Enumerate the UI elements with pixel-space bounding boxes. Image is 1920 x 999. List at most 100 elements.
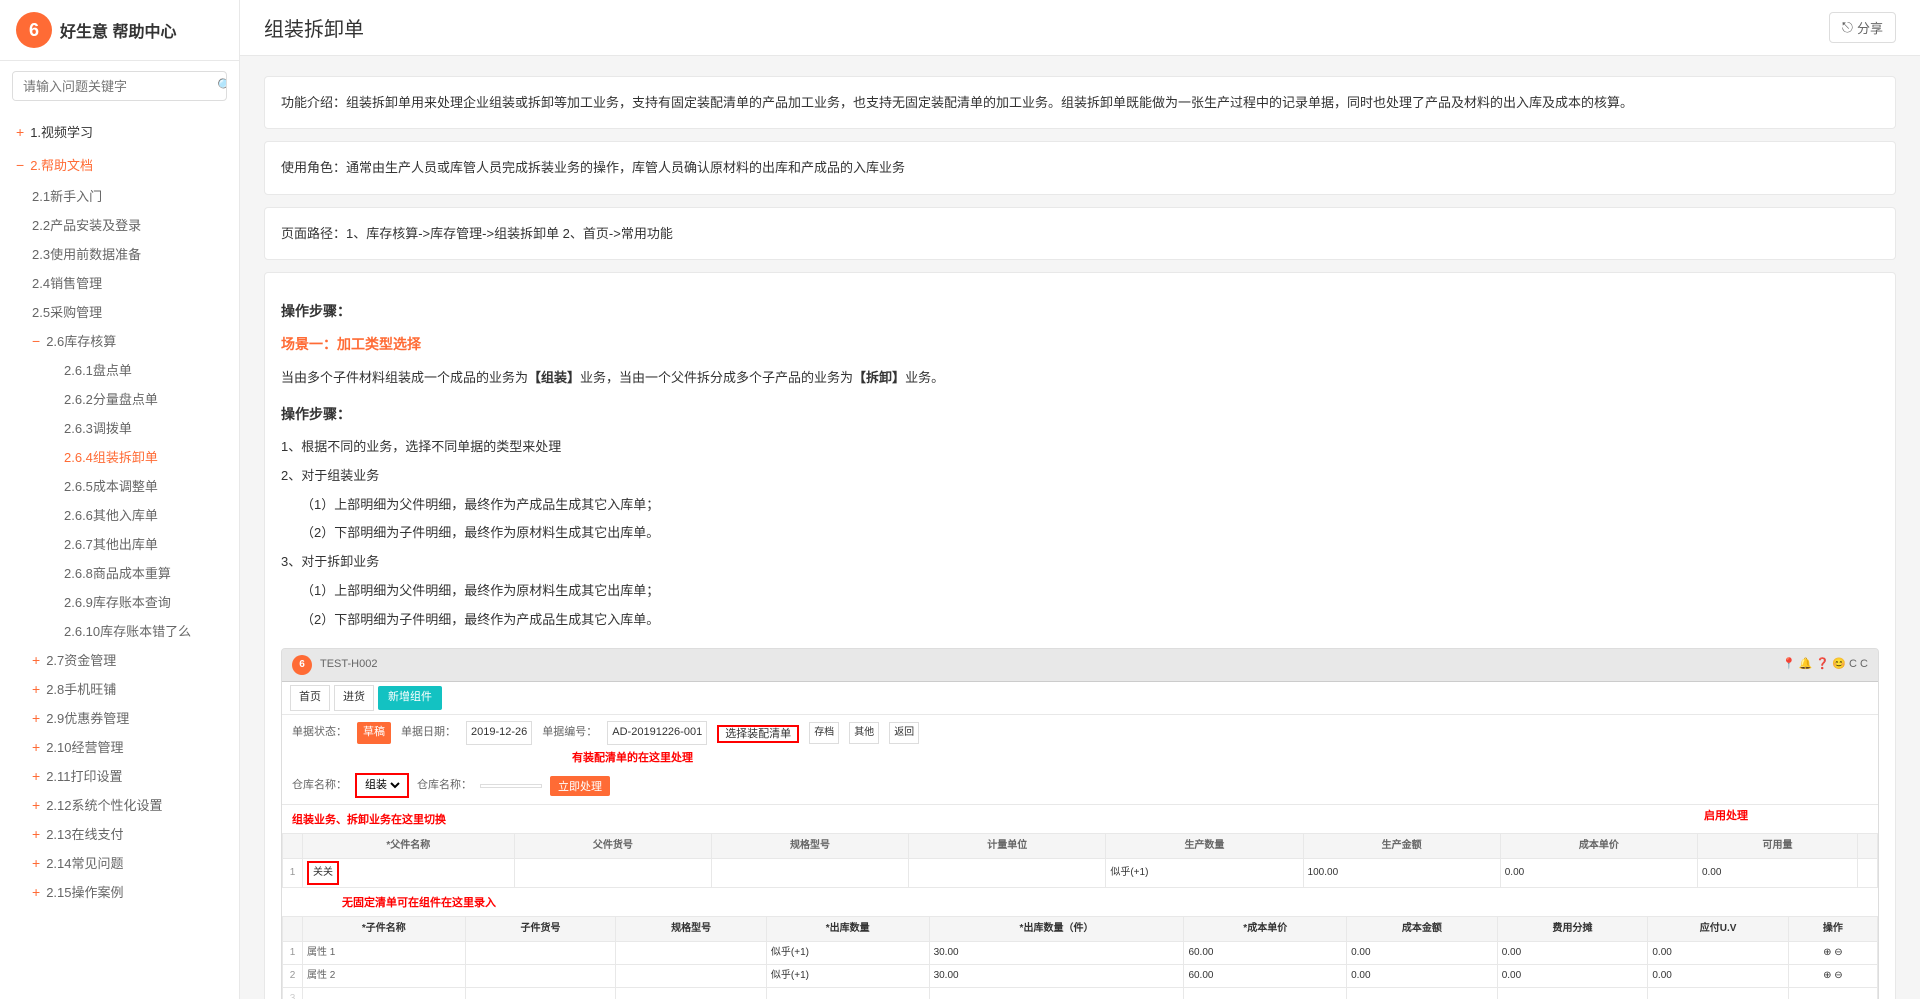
mock-topbar-id: TEST-H002: [320, 655, 377, 675]
mock-spec-val: [711, 859, 908, 888]
sidebar-item-cases[interactable]: + 2.15操作案例: [32, 877, 239, 906]
annotation-text2: 组装业务、拆卸业务在这里切换: [292, 814, 446, 826]
sidebar-item-finance[interactable]: + 2.7资金管理: [32, 645, 239, 674]
sidebar-item-data[interactable]: 2.3使用前数据准备: [32, 239, 239, 268]
sidebar-item-label: 2.帮助文档: [30, 155, 93, 174]
mock-child-no1: [465, 942, 616, 965]
mock-date-label: 单据日期：: [401, 723, 456, 743]
sidebar-item-label: 2.5采购管理: [32, 302, 102, 321]
mock-action3: 返回: [889, 722, 919, 744]
sidebar-item-install[interactable]: 2.2产品安装及登录: [32, 210, 239, 239]
expand-icon: +: [32, 710, 40, 726]
sidebar-item-new[interactable]: 2.1新手入门: [32, 181, 239, 210]
sidebar-item-faq[interactable]: + 2.14常见问题: [32, 848, 239, 877]
sidebar-item-label: 2.9优惠券管理: [46, 708, 129, 727]
mock-type-select[interactable]: 组装 拆卸: [361, 778, 403, 792]
sidebar-item-purchase[interactable]: 2.5采购管理: [32, 297, 239, 326]
mock-out-qty2: 似乎(+1): [766, 965, 929, 988]
mock-payable2: 0.00: [1648, 965, 1788, 988]
mock-out-qty2a: 30.00: [929, 942, 1184, 965]
mock-assembly-btn: 选择装配清单: [717, 725, 799, 743]
share-button[interactable]: ⎋ 分享: [1829, 12, 1896, 43]
main-content: 组装拆卸单 ⎋ 分享 功能介绍：组装拆卸单用来处理企业组装或拆卸等加工业务，支持…: [240, 0, 1920, 999]
sidebar-item-label: 2.6库存核算: [46, 331, 116, 350]
share-icon: ⎋: [1842, 19, 1853, 36]
sidebar-item-assembly[interactable]: 2.6.4组装拆卸单: [64, 442, 239, 471]
sidebar-item-label: 2.6.6其他入库单: [64, 505, 158, 524]
sidebar-item-label: 2.8手机旺铺: [46, 679, 116, 698]
expand-icon: +: [32, 826, 40, 842]
mock-th-unit: 计量单位: [909, 834, 1106, 859]
mock-child-no2: [465, 965, 616, 988]
expand-icon: +: [32, 768, 40, 784]
mock-out-qty2b: 30.00: [929, 965, 1184, 988]
mock-child-name2: 属性 2: [303, 965, 466, 988]
sidebar-item-coupon[interactable]: + 2.9优惠券管理: [32, 703, 239, 732]
expand-icon: +: [32, 884, 40, 900]
sidebar-item-inventory[interactable]: − 2.6库存核算: [32, 326, 239, 355]
mock-payable1: 0.00: [1648, 942, 1788, 965]
mock-out-qty1: 似乎(+1): [766, 942, 929, 965]
sidebar-item-label: 2.12系统个性化设置: [46, 795, 162, 814]
sidebar-item-stocktake[interactable]: 2.6.1盘点单: [64, 355, 239, 384]
search-input[interactable]: [13, 73, 209, 100]
mock-child-spec2: [616, 965, 767, 988]
steps-content: 1、根据不同的业务，选择不同单据的类型来处理 2、对于组装业务 （1）上部明细为…: [281, 435, 1879, 632]
nav-sub-inventory: 2.6.1盘点单 2.6.2分量盘点单 2.6.3调拨单 2.6.4组装拆卸单 …: [32, 355, 239, 645]
expand-icon: +: [32, 739, 40, 755]
mock-cost-val: 0.00: [1500, 859, 1697, 888]
steps-title: 操作步骤：: [281, 299, 1879, 324]
sidebar-item-label: 2.10经营管理: [46, 737, 123, 756]
sidebar-item-outother[interactable]: 2.6.7其他出库单: [64, 529, 239, 558]
path-text: 页面路径：1、库存核算->库存管理->组装拆卸单 2、首页->常用功能: [281, 226, 673, 241]
nav-tree: + 1.视频学习 − 2.帮助文档 2.1新手入门 2.2产品安装及登录 2.3…: [0, 111, 239, 999]
sidebar-item-label: 2.6.8商品成本重算: [64, 563, 171, 582]
content-area: 功能介绍：组装拆卸单用来处理企业组装或拆卸等加工业务，支持有固定装配清单的产品加…: [240, 56, 1920, 999]
mock-th-parent-name: *父件名称: [303, 834, 515, 859]
sidebar-item-sales[interactable]: 2.4销售管理: [32, 268, 239, 297]
sidebar-item-label: 2.11打印设置: [46, 766, 122, 785]
nav-sub-docs: 2.1新手入门 2.2产品安装及登录 2.3使用前数据准备 2.4销售管理 2.…: [0, 181, 239, 906]
sidebar-item-label: 2.4销售管理: [32, 273, 102, 292]
mock-status: 单据状态：: [292, 723, 347, 743]
mock-parent-no-val: [514, 859, 711, 888]
path-block: 页面路径：1、库存核算->库存管理->组装拆卸单 2、首页->常用功能: [264, 207, 1896, 260]
sidebar-item-partition[interactable]: 2.6.2分量盘点单: [64, 384, 239, 413]
share-label: 分享: [1857, 18, 1883, 37]
table-row: 2 属性 2 似乎(+1) 30.00 60.00 0.00 0.00 0.00: [283, 965, 1878, 988]
mock-avail-val: 0.00: [1697, 859, 1857, 888]
sidebar-item-inother[interactable]: 2.6.6其他入库单: [64, 500, 239, 529]
sidebar-item-goodscost[interactable]: 2.6.8商品成本重算: [64, 558, 239, 587]
sidebar-item-video[interactable]: + 1.视频学习: [0, 115, 239, 148]
expand-icon: +: [32, 855, 40, 871]
sidebar-item-online[interactable]: + 2.13在线支付: [32, 819, 239, 848]
brand-name: 好生意 帮助中心: [60, 18, 176, 42]
collapse-icon: −: [16, 157, 24, 173]
sidebar-item-ops[interactable]: + 2.10经营管理: [32, 732, 239, 761]
mock-th-child-cost: *成本单价: [1184, 917, 1347, 942]
mock-billno-val: AD-20191226-001: [607, 721, 707, 745]
scene1-title: 场景一：加工类型选择: [281, 332, 1879, 357]
mock-dept: 仓库名称：: [292, 776, 347, 796]
sidebar-item-cost[interactable]: 2.6.5成本调整单: [64, 471, 239, 500]
sidebar-item-customize[interactable]: + 2.12系统个性化设置: [32, 790, 239, 819]
mock-action2: 其他: [849, 722, 879, 744]
sidebar-item-adjust[interactable]: 2.6.3调拨单: [64, 413, 239, 442]
sidebar-item-stockerr[interactable]: 2.6.10库存账本错了么: [64, 616, 239, 645]
sidebar-item-docs[interactable]: − 2.帮助文档: [0, 148, 239, 181]
mock-op-icon2: ⊕ ⊖: [1823, 970, 1843, 981]
mock-th-avail: 可用量: [1697, 834, 1857, 859]
sidebar-item-stockcheck[interactable]: 2.6.9库存账本查询: [64, 587, 239, 616]
sidebar-item-label: 2.14常见问题: [46, 853, 123, 872]
mock-child-spec1: [616, 942, 767, 965]
mock-nav-buy: 进货: [334, 685, 374, 711]
search-button[interactable]: 🔍: [209, 72, 227, 100]
mock-confirm-btn[interactable]: 立即处理: [550, 776, 610, 796]
sidebar-item-mobile[interactable]: + 2.8手机旺铺: [32, 674, 239, 703]
search-box[interactable]: 🔍: [12, 71, 227, 101]
sidebar-item-print[interactable]: + 2.11打印设置: [32, 761, 239, 790]
mock-nav-selected: 新增组件: [378, 686, 442, 710]
mock-action1: 存档: [809, 722, 839, 744]
mock-th-parent-no: 父件货号: [514, 834, 711, 859]
mock-th-child-name: *子件名称: [303, 917, 466, 942]
